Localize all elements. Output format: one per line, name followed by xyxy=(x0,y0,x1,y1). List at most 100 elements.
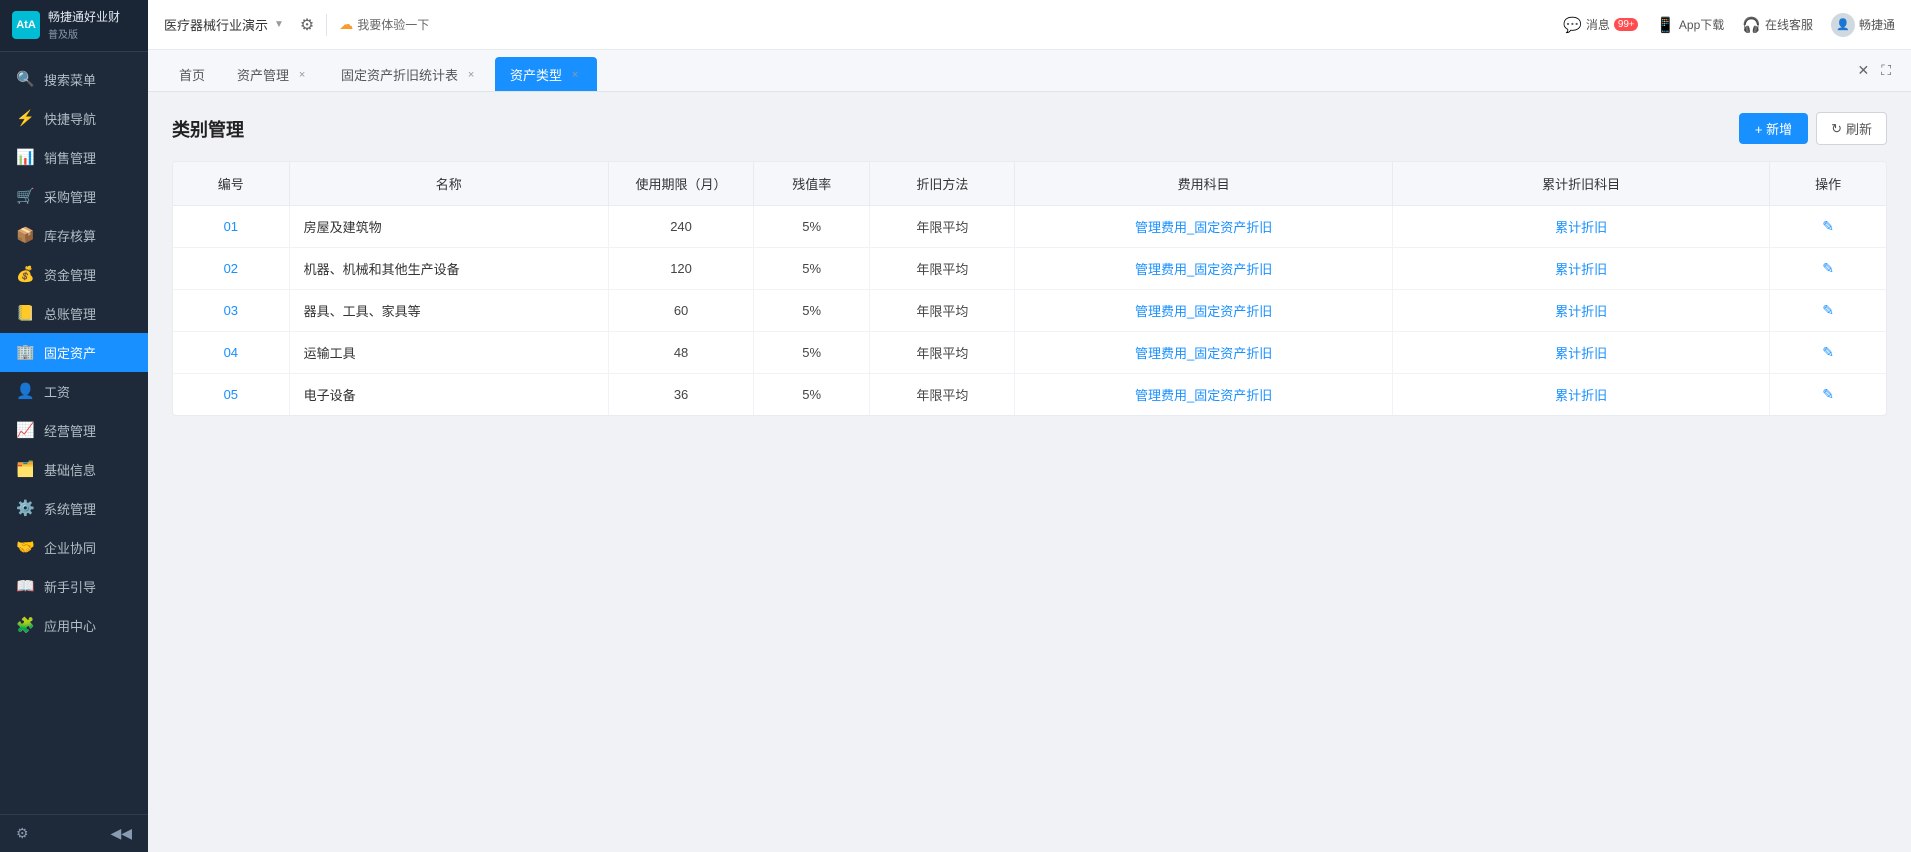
asset-type-table: 编号名称使用期限（月）残值率折旧方法费用科目累计折旧科目操作 01 房屋及建筑物… xyxy=(173,162,1886,415)
sidebar-label-2: 销售管理 xyxy=(44,148,96,167)
page-header: 类别管理 + 新增 ↻ 刷新 xyxy=(172,112,1887,145)
tab-2[interactable]: 固定资产折旧统计表 × xyxy=(326,57,493,91)
sidebar-label-1: 快捷导航 xyxy=(44,109,96,128)
tab-close-1[interactable]: × xyxy=(295,68,309,82)
cell-action-2: ✎ xyxy=(1770,290,1886,332)
sidebar-label-10: 基础信息 xyxy=(44,460,96,479)
table-row: 05 电子设备 36 5% 年限平均 管理费用_固定资产折旧 累计折旧 ✎ xyxy=(173,374,1886,416)
tab-label-0: 首页 xyxy=(179,65,205,84)
online-support-button[interactable]: 🎧 在线客服 xyxy=(1742,16,1813,34)
cell-expense-1: 管理费用_固定资产折旧 xyxy=(1015,248,1392,290)
trial-icon: ☁ xyxy=(339,16,353,33)
tab-close-2[interactable]: × xyxy=(464,68,478,82)
notifications-badge: 99+ xyxy=(1614,18,1638,31)
sidebar: AtA 畅捷通好业财 普及版 🔍 搜索菜单 ⚡ 快捷导航 📊 销售管理 🛒 采购… xyxy=(0,0,148,852)
edit-button-2[interactable]: ✎ xyxy=(1784,302,1872,319)
refresh-button[interactable]: ↻ 刷新 xyxy=(1816,112,1887,145)
cell-name-1: 机器、机械和其他生产设备 xyxy=(289,248,608,290)
tab-label-1: 资产管理 xyxy=(237,65,289,84)
sidebar-item-6[interactable]: 📒 总账管理 xyxy=(0,294,148,333)
user-profile-button[interactable]: 👤 畅捷通 xyxy=(1831,13,1895,37)
tab-0[interactable]: 首页 xyxy=(164,57,220,91)
page-title: 类别管理 xyxy=(172,116,244,142)
cell-period-3: 48 xyxy=(608,332,753,374)
app-download-icon: 📱 xyxy=(1656,16,1675,34)
edit-button-4[interactable]: ✎ xyxy=(1784,386,1872,403)
notifications-label: 消息 xyxy=(1586,16,1610,33)
cell-method-1: 年限平均 xyxy=(870,248,1015,290)
cell-accum-3: 累计折旧 xyxy=(1392,332,1769,374)
col-header-1: 名称 xyxy=(289,162,608,206)
sidebar-item-3[interactable]: 🛒 采购管理 xyxy=(0,177,148,216)
sidebar-item-8[interactable]: 👤 工资 xyxy=(0,372,148,411)
cell-period-2: 60 xyxy=(608,290,753,332)
sidebar-icon-3: 🛒 xyxy=(16,187,34,205)
sidebar-icon-13: 📖 xyxy=(16,577,34,595)
sidebar-icon-5: 💰 xyxy=(16,265,34,283)
sidebar-item-1[interactable]: ⚡ 快捷导航 xyxy=(0,99,148,138)
sidebar-header: AtA 畅捷通好业财 普及版 xyxy=(0,0,148,52)
sidebar-icon-0: 🔍 xyxy=(16,70,34,88)
cell-accum-4: 累计折旧 xyxy=(1392,374,1769,416)
tab-close-3[interactable]: × xyxy=(568,68,582,82)
sidebar-item-0[interactable]: 🔍 搜索菜单 xyxy=(0,60,148,99)
trial-button[interactable]: ☁ 我要体验一下 xyxy=(339,16,429,33)
sidebar-footer: ⚙ ◀◀ xyxy=(0,814,148,852)
cell-name-3: 运输工具 xyxy=(289,332,608,374)
notifications-button[interactable]: 💬 消息 99+ xyxy=(1563,16,1638,34)
new-button[interactable]: + 新增 xyxy=(1739,113,1808,144)
cell-accum-1: 累计折旧 xyxy=(1392,248,1769,290)
topbar-right: 💬 消息 99+ 📱 App下载 🎧 在线客服 👤 畅捷通 xyxy=(1563,13,1895,37)
col-header-4: 折旧方法 xyxy=(870,162,1015,206)
cell-code-1: 02 xyxy=(173,248,289,290)
data-table-container: 编号名称使用期限（月）残值率折旧方法费用科目累计折旧科目操作 01 房屋及建筑物… xyxy=(172,161,1887,416)
sidebar-item-9[interactable]: 📈 经营管理 xyxy=(0,411,148,450)
expand-tab-button[interactable]: ⛶ xyxy=(1877,58,1895,83)
settings-icon[interactable]: ⚙ xyxy=(16,825,29,842)
edit-button-0[interactable]: ✎ xyxy=(1784,218,1872,235)
table-row: 01 房屋及建筑物 240 5% 年限平均 管理费用_固定资产折旧 累计折旧 ✎ xyxy=(173,206,1886,248)
sidebar-item-7[interactable]: 🏢 固定资产 xyxy=(0,333,148,372)
module-dropdown-arrow: ▼ xyxy=(274,19,284,30)
sidebar-item-11[interactable]: ⚙️ 系统管理 xyxy=(0,489,148,528)
app-name: 畅捷通好业财 xyxy=(48,10,120,26)
module-name: 医疗器械行业演示 xyxy=(164,15,268,34)
cell-name-4: 电子设备 xyxy=(289,374,608,416)
sidebar-item-4[interactable]: 📦 库存核算 xyxy=(0,216,148,255)
topbar-settings-icon[interactable]: ⚙ xyxy=(300,15,314,35)
cell-action-0: ✎ xyxy=(1770,206,1886,248)
sidebar-item-10[interactable]: 🗂️ 基础信息 xyxy=(0,450,148,489)
fold-sidebar-icon[interactable]: ◀◀ xyxy=(110,825,132,842)
col-header-3: 残值率 xyxy=(754,162,870,206)
cell-expense-4: 管理费用_固定资产折旧 xyxy=(1015,374,1392,416)
cell-code-2: 03 xyxy=(173,290,289,332)
edit-button-3[interactable]: ✎ xyxy=(1784,344,1872,361)
col-header-6: 累计折旧科目 xyxy=(1392,162,1769,206)
cell-code-0: 01 xyxy=(173,206,289,248)
sidebar-item-14[interactable]: 🧩 应用中心 xyxy=(0,606,148,645)
sidebar-icon-11: ⚙️ xyxy=(16,499,34,517)
sidebar-item-12[interactable]: 🤝 企业协同 xyxy=(0,528,148,567)
module-selector[interactable]: 医疗器械行业演示 ▼ xyxy=(164,15,284,34)
sidebar-label-13: 新手引导 xyxy=(44,577,96,596)
tab-1[interactable]: 资产管理 × xyxy=(222,57,324,91)
app-logo-icon: AtA xyxy=(12,11,40,39)
app-download-button[interactable]: 📱 App下载 xyxy=(1656,16,1724,34)
close-tab-button[interactable]: ✕ xyxy=(1853,58,1873,83)
cell-code-3: 04 xyxy=(173,332,289,374)
tab-3[interactable]: 资产类型× xyxy=(495,57,597,91)
cell-expense-2: 管理费用_固定资产折旧 xyxy=(1015,290,1392,332)
sidebar-label-4: 库存核算 xyxy=(44,226,96,245)
main-area: 医疗器械行业演示 ▼ ⚙ ☁ 我要体验一下 💬 消息 99+ 📱 App下载 🎧… xyxy=(148,0,1911,852)
sidebar-item-13[interactable]: 📖 新手引导 xyxy=(0,567,148,606)
app-download-label: App下载 xyxy=(1679,16,1724,33)
sidebar-item-2[interactable]: 📊 销售管理 xyxy=(0,138,148,177)
cell-expense-3: 管理费用_固定资产折旧 xyxy=(1015,332,1392,374)
edit-button-1[interactable]: ✎ xyxy=(1784,260,1872,277)
sidebar-item-5[interactable]: 💰 资金管理 xyxy=(0,255,148,294)
online-support-label: 在线客服 xyxy=(1765,16,1813,33)
tabs-bar: 首页资产管理×固定资产折旧统计表×资产类型× ✕ ⛶ xyxy=(148,50,1911,92)
cell-residual-1: 5% xyxy=(754,248,870,290)
online-support-icon: 🎧 xyxy=(1742,16,1761,34)
tab-label-2: 固定资产折旧统计表 xyxy=(341,65,458,84)
